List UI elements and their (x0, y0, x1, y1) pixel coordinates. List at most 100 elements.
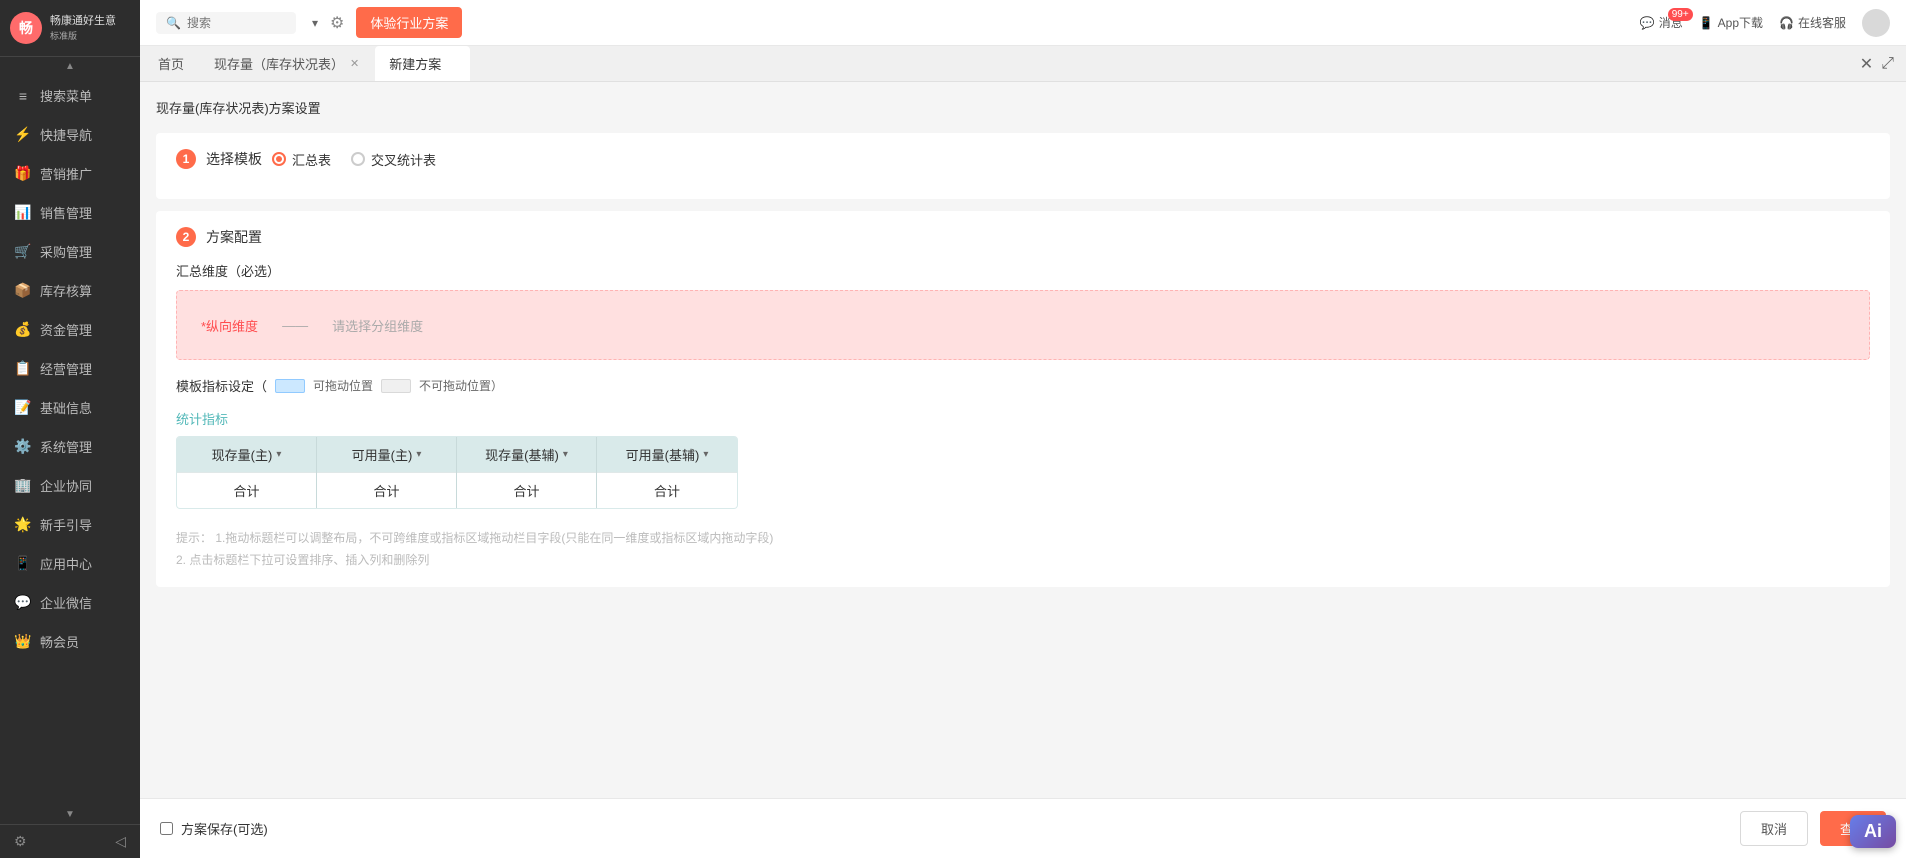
tab-new-plan[interactable]: 新建方案 ✕ (375, 46, 470, 81)
finance-icon: 💰 (14, 321, 32, 339)
sidebar-item-wechat[interactable]: 💬 企业微信 (0, 583, 140, 622)
sidebar-item-sys[interactable]: ⚙️ 系统管理 (0, 427, 140, 466)
col-current-main-head[interactable]: 现存量(主) ▾ (177, 437, 316, 472)
stats-section: 统计指标 现存量(主) ▾ 合计 可用量(主) (176, 409, 1870, 512)
col-current-aux-body: 合计 (457, 472, 596, 508)
expand-window-icon[interactable]: ⤢ (1881, 55, 1894, 73)
close-window-icon[interactable]: ✕ (1860, 54, 1873, 74)
sidebar-item-basic[interactable]: 📝 基础信息 (0, 388, 140, 427)
trial-btn[interactable]: 体验行业方案 (356, 7, 462, 38)
sidebar-item-finance[interactable]: 💰 资金管理 (0, 310, 140, 349)
sidebar-item-purchase[interactable]: 🛒 采购管理 (0, 232, 140, 271)
col-available-main: 可用量(主) ▾ 合计 (317, 437, 457, 508)
radio-cross[interactable]: 交叉统计表 (351, 150, 436, 169)
app-download-icon: 📱 (1699, 16, 1714, 30)
sidebar-item-label: 企业微信 (40, 593, 92, 612)
col-current-main: 现存量(主) ▾ 合计 (177, 437, 317, 508)
purchase-icon: 🛒 (14, 243, 32, 261)
col-current-aux-head[interactable]: 现存量(基辅) ▾ (457, 437, 596, 472)
col-chevron-icon[interactable]: ▾ (276, 449, 281, 460)
section1-header: 1 选择模板 汇总表 交叉统计表 (176, 149, 1870, 169)
settings-bottom-icon[interactable]: ⚙ (14, 833, 27, 850)
col-available-main-label: 可用量(主) (352, 445, 413, 464)
sidebar-item-newbie[interactable]: 🌟 新手引导 (0, 505, 140, 544)
save-checkbox[interactable] (160, 822, 173, 835)
sys-icon: ⚙️ (14, 438, 32, 456)
col-chevron-icon[interactable]: ▾ (703, 449, 708, 460)
main-area: 🔍 ▾ ⚙ 体验行业方案 💬 消息 99+ 📱 App下载 🎧 在线客服 (140, 0, 1906, 858)
sidebar-item-label: 营销推广 (40, 164, 92, 183)
sidebar-item-label: 经营管理 (40, 359, 92, 378)
tab-inventory-close-icon[interactable]: ✕ (350, 57, 359, 70)
app-label: App下载 (1718, 14, 1763, 31)
tab-home[interactable]: 首页 (144, 46, 198, 81)
dim-label-text: 汇总维度（必选） (176, 264, 280, 279)
sidebar-item-membership[interactable]: 👑 畅会员 (0, 622, 140, 661)
vertical-dim-label: *纵向维度 (201, 316, 258, 335)
speaker-icon[interactable]: ◁ (115, 833, 126, 850)
sidebar-item-label: 销售管理 (40, 203, 92, 222)
sidebar-scroll-up[interactable]: ▲ (0, 57, 140, 76)
radio-cross-dot (351, 152, 365, 166)
sidebar-item-search-menu[interactable]: ≡ 搜索菜单 (0, 76, 140, 115)
msg-button[interactable]: 💬 消息 99+ (1640, 14, 1683, 31)
sidebar-bottom: ⚙ ◁ (0, 824, 140, 858)
sidebar-item-inventory[interactable]: 📦 库存核算 (0, 271, 140, 310)
user-avatar[interactable] (1862, 9, 1890, 37)
sidebar-item-marketing[interactable]: 🎁 营销推广 (0, 154, 140, 193)
cancel-button[interactable]: 取消 (1740, 811, 1808, 846)
sidebar-item-label: 采购管理 (40, 242, 92, 261)
service-button[interactable]: 🎧 在线客服 (1779, 14, 1846, 31)
app-icon: 📱 (14, 555, 32, 573)
window-controls: ✕ ⤢ (1860, 54, 1902, 74)
service-icon: 🎧 (1779, 16, 1794, 30)
sidebar-item-operations[interactable]: 📋 经营管理 (0, 349, 140, 388)
stats-table: 现存量(主) ▾ 合计 可用量(主) ▾ 合计 (176, 436, 738, 509)
operations-icon: 📋 (14, 360, 32, 378)
sidebar: 畅 畅康通好生意 标准版 ▲ ≡ 搜索菜单 ⚡ 快捷导航 🎁 营销推广 📊 销售… (0, 0, 140, 858)
service-label: 在线客服 (1798, 14, 1846, 31)
ai-badge[interactable]: Ai (1850, 815, 1896, 848)
col-available-main-body: 合计 (317, 472, 456, 508)
dropdown-arrow-icon[interactable]: ▾ (312, 16, 318, 30)
inventory-icon: 📦 (14, 282, 32, 300)
sidebar-item-label: 系统管理 (40, 437, 92, 456)
dim-box[interactable]: *纵向维度 —— 请选择分组维度 (176, 290, 1870, 360)
sidebar-item-label: 资金管理 (40, 320, 92, 339)
quick-nav-icon: ⚡ (14, 126, 32, 144)
enterprise-icon: 🏢 (14, 477, 32, 495)
sidebar-scroll-down[interactable]: ▼ (0, 805, 140, 824)
col-current-aux: 现存量(基辅) ▾ 合计 (457, 437, 597, 508)
app-download-button[interactable]: 📱 App下载 (1699, 14, 1763, 31)
msg-icon: 💬 (1640, 16, 1655, 30)
tab-new-close-icon[interactable]: ✕ (447, 57, 456, 70)
save-option[interactable]: 方案保存(可选) (160, 819, 268, 838)
search-box: 🔍 (156, 12, 296, 34)
save-label: 方案保存(可选) (181, 819, 268, 838)
section2-title: 方案配置 (206, 227, 262, 247)
col-chevron-icon[interactable]: ▾ (416, 449, 421, 460)
tips-section: 提示： 1.拖动标题栏可以调整布局，不可跨维度或指标区域拖动栏目字段(只能在同一… (176, 528, 1870, 571)
tab-inventory-status[interactable]: 现存量（库存状况表） ✕ (200, 46, 373, 81)
sidebar-item-sales[interactable]: 📊 销售管理 (0, 193, 140, 232)
topbar-settings-icon[interactable]: ⚙ (330, 13, 344, 33)
draggable-label: 可拖动位置 (313, 377, 373, 394)
sidebar-item-label: 新手引导 (40, 515, 92, 534)
sidebar-item-quick-nav[interactable]: ⚡ 快捷导航 (0, 115, 140, 154)
radio-summary[interactable]: 汇总表 (272, 150, 331, 169)
col-available-aux-head[interactable]: 可用量(基辅) ▾ (597, 437, 737, 472)
logo-badge: 标准版 (50, 29, 116, 42)
membership-icon: 👑 (14, 633, 32, 651)
sidebar-item-app[interactable]: 📱 应用中心 (0, 544, 140, 583)
tip-2: 2. 点击标题栏下拉可设置排序、插入列和删除列 (176, 550, 1870, 572)
col-chevron-icon[interactable]: ▾ (563, 449, 568, 460)
search-input[interactable] (187, 16, 287, 30)
radio-summary-label: 汇总表 (292, 150, 331, 169)
col-available-main-head[interactable]: 可用量(主) ▾ (317, 437, 456, 472)
footer: 方案保存(可选) 取消 查询 (140, 798, 1906, 858)
sidebar-item-enterprise[interactable]: 🏢 企业协同 (0, 466, 140, 505)
search-menu-icon: ≡ (14, 87, 32, 105)
sidebar-nav: ≡ 搜索菜单 ⚡ 快捷导航 🎁 营销推广 📊 销售管理 🛒 采购管理 📦 库存核… (0, 76, 140, 805)
topbar-right: 💬 消息 99+ 📱 App下载 🎧 在线客服 (1640, 9, 1890, 37)
sidebar-item-label: 应用中心 (40, 554, 92, 573)
